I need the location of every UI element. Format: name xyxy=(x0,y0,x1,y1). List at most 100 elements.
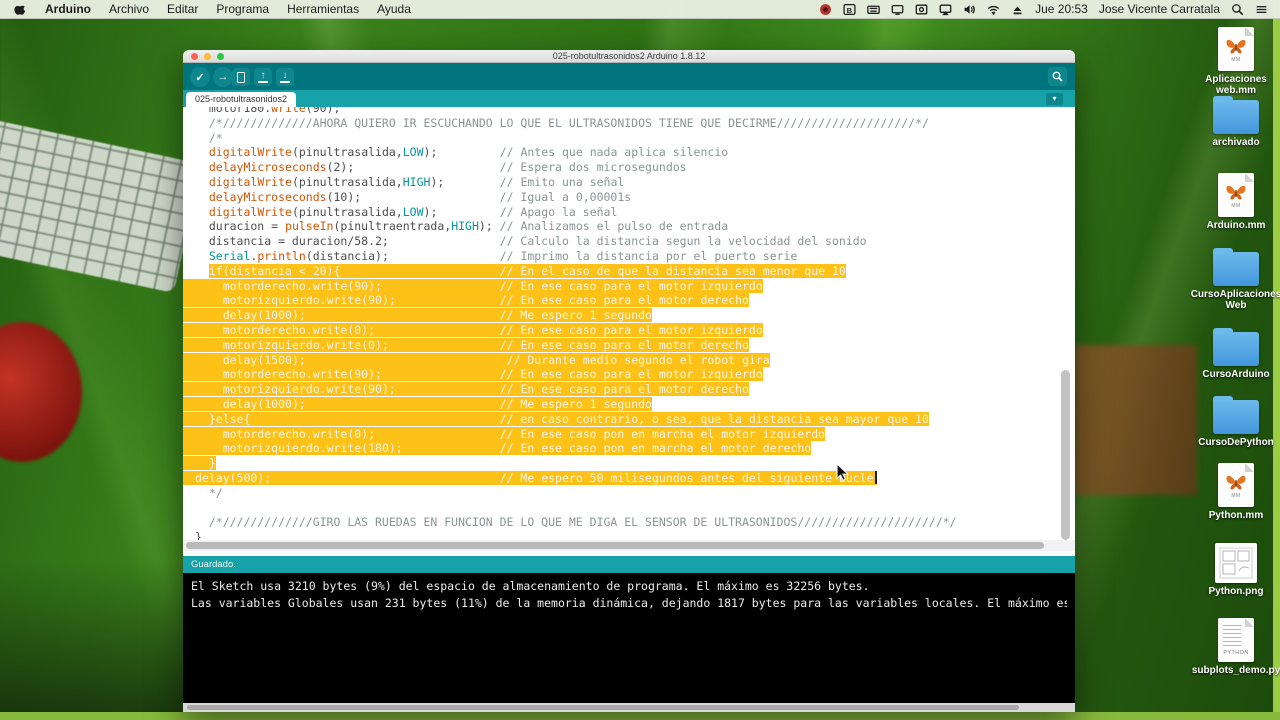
boom-app-icon[interactable]: B xyxy=(843,3,856,16)
magnifier-icon xyxy=(1052,71,1063,82)
code-line[interactable]: digitalWrite(pinultrasalida,LOW); // Apa… xyxy=(195,205,1075,220)
code-line[interactable]: motorizquierdo.write(0); // En ese caso … xyxy=(183,337,1075,353)
upload-button[interactable]: → xyxy=(213,67,233,87)
desktop-icon-label: Arduino.mm xyxy=(1206,220,1266,231)
code-line[interactable]: motorizquierdo.write(90); // En ese caso… xyxy=(183,382,1075,397)
console-line: Las variables Globales usan 231 bytes (1… xyxy=(191,596,1067,610)
recording-icon[interactable] xyxy=(819,3,832,16)
code-pane: motor180.write(90); /*/////////////AHORA… xyxy=(183,107,1075,540)
code-line[interactable]: } xyxy=(183,456,1075,471)
code-line[interactable]: digitalWrite(pinultrasalida,HIGH); // Em… xyxy=(195,175,1075,190)
code-line[interactable]: delay(1000); // Me espero 1 segundo xyxy=(183,396,1075,412)
menu-item-programa[interactable]: Programa xyxy=(207,2,278,16)
code-line[interactable]: motorizquierdo.write(180); // En ese cas… xyxy=(183,441,1075,456)
desktop-icon-arduino-mm[interactable]: MM Arduino.mm xyxy=(1188,173,1280,231)
editor-horizontal-scrollbar-track[interactable] xyxy=(183,540,1075,551)
code-editor[interactable]: motor180.write(90); /*/////////////AHORA… xyxy=(183,107,1075,540)
check-icon: ✓ xyxy=(195,71,205,84)
tab-dropdown-button[interactable]: ▾ xyxy=(1046,93,1063,105)
svg-text:B: B xyxy=(847,5,853,14)
desktop-icon-archivado[interactable]: archivado xyxy=(1188,96,1280,148)
window-bottom-scrollbar-track[interactable] xyxy=(183,703,1075,712)
code-line[interactable]: delayMicroseconds(10); // Igual a 0,0000… xyxy=(195,190,1075,205)
desktop-icon-cursoaplicaciones-web[interactable]: CursoAplicaciones Web xyxy=(1188,248,1280,311)
code-line[interactable]: /* xyxy=(195,131,1075,146)
editor-vertical-scrollbar[interactable] xyxy=(1061,370,1070,540)
code-line[interactable]: /*/////////////AHORA QUIERO IR ESCUCHAND… xyxy=(195,116,1075,131)
code-line[interactable]: motorderecho.write(90); // En ese caso p… xyxy=(183,367,1075,382)
open-button[interactable]: ↑ xyxy=(254,68,272,86)
menu-user-name[interactable]: Jose Vicente Carratala xyxy=(1099,2,1220,16)
serial-monitor-button[interactable] xyxy=(1048,67,1067,86)
list-icon[interactable] xyxy=(1255,3,1268,16)
code-line[interactable]: digitalWrite(pinultrasalida,LOW); // Ant… xyxy=(195,145,1075,160)
status-message: Guardado. xyxy=(191,559,236,570)
menu-bar-left: Arduino Archivo Editar Programa Herramientas… xyxy=(0,0,420,19)
keyboard-icon[interactable] xyxy=(867,3,880,16)
menu-clock[interactable]: Jue 20:53 xyxy=(1035,2,1088,16)
new-sketch-button[interactable] xyxy=(232,68,250,86)
window-bottom-scrollbar-thumb[interactable] xyxy=(187,705,1019,710)
desktop-icon-label: CursoArduino xyxy=(1202,369,1270,380)
editor-horizontal-scrollbar-thumb[interactable] xyxy=(186,542,1044,549)
menu-item-editar[interactable]: Editar xyxy=(158,2,207,16)
window-titlebar[interactable]: 025-robotultrasonidos2 Arduino 1.8.12 xyxy=(183,50,1075,63)
console-line: El Sketch usa 3210 bytes (9%) del espaci… xyxy=(191,579,870,593)
code-line[interactable] xyxy=(195,501,1075,516)
verify-button[interactable]: ✓ xyxy=(190,67,210,87)
code-line[interactable]: Serial.println(distancia); // Imprimo la… xyxy=(195,249,1075,264)
window-title: 025-robotultrasonidos2 Arduino 1.8.12 xyxy=(552,50,706,61)
shadow-area xyxy=(0,560,185,720)
menu-item-arduino[interactable]: Arduino xyxy=(36,2,100,16)
tab-label: 025-robotultrasonidos2 xyxy=(194,94,288,104)
console-output: El Sketch usa 3210 bytes (9%) del espaci… xyxy=(183,573,1075,703)
code-line[interactable]: motorderecho.write(90); // En ese caso p… xyxy=(183,278,1075,294)
desktop-icon-cursodepython[interactable]: CursoDePython xyxy=(1188,396,1280,448)
code-line[interactable]: delay(1000); // Me espero 1 segundo xyxy=(183,308,1075,323)
apple-icon[interactable] xyxy=(14,3,26,16)
desktop-icon-label: Aplicaciones web.mm xyxy=(1205,74,1267,96)
eject-icon[interactable] xyxy=(1011,3,1024,16)
mouse-cursor xyxy=(836,463,850,482)
volume-icon[interactable] xyxy=(963,3,976,16)
code-line[interactable]: duracion = pulseIn(pinultraentrada,HIGH)… xyxy=(195,219,1075,234)
code-line[interactable]: motorizquierdo.write(90); // En ese caso… xyxy=(183,293,1075,308)
code-line[interactable]: /*/////////////GIRO LAS RUEDAS EN FUNCIO… xyxy=(195,515,1075,530)
code-line[interactable]: }else{ // en caso contrario, o sea, que … xyxy=(183,411,1075,427)
tab-sketch[interactable]: 025-robotultrasonidos2 xyxy=(186,92,296,107)
code-line[interactable]: distancia = duracion/58.2; // Calculo la… xyxy=(195,234,1075,249)
desktop-icon-label: subplots_demo.py xyxy=(1191,665,1280,676)
code-line[interactable]: delay(1500); // Durante medio segundo el… xyxy=(183,352,1075,368)
menu-item-ayuda[interactable]: Ayuda xyxy=(368,2,420,16)
desktop-icon-cursoarduino[interactable]: CursoArduino xyxy=(1188,328,1280,380)
save-button[interactable]: ↓ xyxy=(276,68,294,86)
display-icon[interactable] xyxy=(891,3,904,16)
arduino-window: 025-robotultrasonidos2 Arduino 1.8.12 ✓ … xyxy=(183,50,1075,712)
save-icon: ↓ xyxy=(280,70,290,83)
code-line[interactable]: delayMicroseconds(2); // Espera dos micr… xyxy=(195,160,1075,175)
image-file-icon xyxy=(1215,543,1257,583)
code-line[interactable]: } xyxy=(195,530,1075,540)
menu-item-herramientas[interactable]: Herramientas xyxy=(278,2,368,16)
wifi-icon[interactable] xyxy=(987,3,1000,16)
status-icons: B xyxy=(819,3,1024,16)
desktop-icon-python-mm[interactable]: MM Python.mm xyxy=(1188,463,1280,521)
menu-bar-status-area: B Jue 20:53 Jose Vicente Carratala xyxy=(819,2,1280,16)
python-file-icon: PYTHON xyxy=(1218,618,1254,662)
code-line[interactable]: motorderecho.write(0); // En ese caso pa… xyxy=(183,322,1075,338)
tab-strip: 025-robotultrasonidos2 ▾ xyxy=(183,90,1075,107)
desktop-icon-subplots-demo-py[interactable]: PYTHON subplots_demo.py xyxy=(1188,618,1280,676)
menu-item-archivo[interactable]: Archivo xyxy=(100,2,158,16)
search-icon[interactable] xyxy=(1231,3,1244,16)
code-line[interactable]: if(distancia < 20){ // En el caso de que… xyxy=(195,263,1075,279)
airplay-icon[interactable] xyxy=(939,3,952,16)
menu-items: Arduino Archivo Editar Programa Herramientas… xyxy=(36,0,420,19)
code-line[interactable]: delay(500); // Me espero 50 milisegundos… xyxy=(183,470,1075,486)
desktop-icon-aplicaciones-web-mm[interactable]: MM Aplicaciones web.mm xyxy=(1188,27,1280,96)
code-line[interactable]: motorderecho.write(0); // En ese caso po… xyxy=(183,426,1075,442)
folder-icon xyxy=(1213,96,1259,134)
desktop-icon-python-png[interactable]: Python.png xyxy=(1188,543,1280,597)
screen-share-icon[interactable] xyxy=(915,3,928,16)
code-line[interactable]: */ xyxy=(195,486,1075,501)
code-line[interactable]: motor180.write(90); xyxy=(195,107,1075,116)
